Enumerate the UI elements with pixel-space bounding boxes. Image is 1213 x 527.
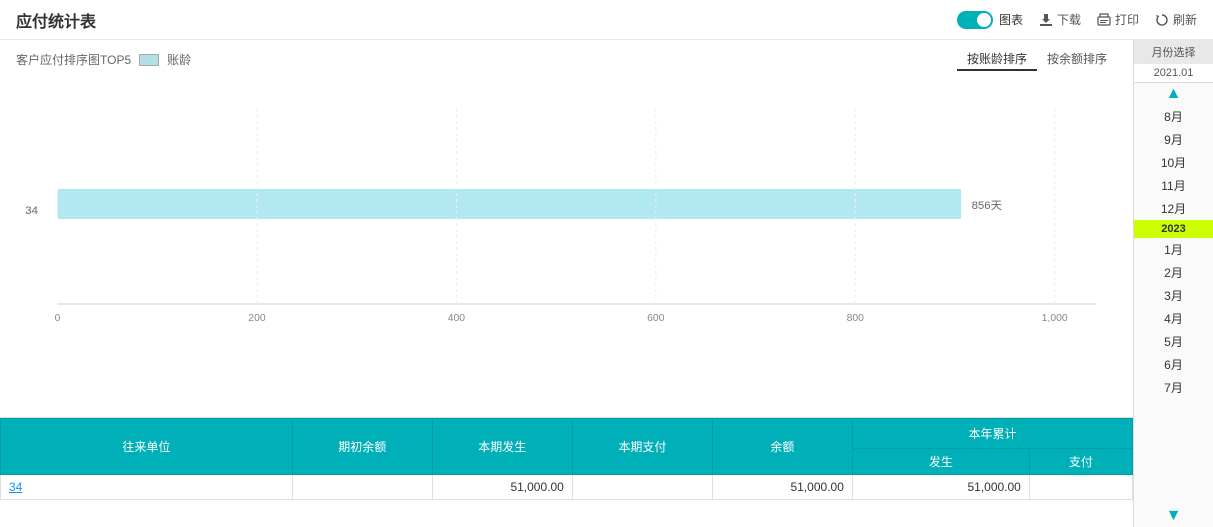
month-item[interactable]: 10月	[1134, 151, 1213, 174]
download-icon	[1039, 13, 1053, 27]
month-item[interactable]: 2月	[1134, 261, 1213, 284]
month-item[interactable]: 4月	[1134, 307, 1213, 330]
sort-tab-age[interactable]: 按账龄排序	[957, 48, 1037, 71]
header-actions: 图表 下载 打印 刷新	[957, 11, 1197, 29]
cell-laiwai[interactable]: 34	[1, 475, 293, 500]
col-benqi-zhifu: 本期支付	[572, 419, 712, 475]
col-zhifu: 支付	[1029, 449, 1132, 475]
cell-yue: 51,000.00	[712, 475, 852, 500]
month-item[interactable]: 8月	[1134, 105, 1213, 128]
bar-chart: 34 856天 0 200 400 600 800 1,000	[16, 79, 1117, 339]
download-button[interactable]: 下载	[1039, 11, 1081, 28]
svg-text:1,000: 1,000	[1042, 313, 1068, 324]
print-icon	[1097, 13, 1111, 27]
month-item[interactable]: 6月	[1134, 353, 1213, 376]
month-item[interactable]: 1月	[1134, 238, 1213, 261]
cell-benqi-fasheng: 51,000.00	[432, 475, 572, 500]
data-table-section: 往来单位 期初余额 本期发生 本期支付 余额 本年累计 发生 支付	[0, 417, 1133, 527]
refresh-icon	[1155, 13, 1169, 27]
nav-up-button[interactable]: ▲	[1134, 83, 1213, 105]
month-sidebar: 月份选择 2021.01 ▲ 8月9月10月11月12月20231月2月3月4月…	[1133, 40, 1213, 527]
cell-fasheng: 51,000.00	[852, 475, 1029, 500]
chart-toggle-wrap[interactable]: 图表	[957, 11, 1023, 29]
nav-down-button[interactable]: ▼	[1134, 505, 1213, 527]
legend-text: 客户应付排序图TOP5	[16, 51, 131, 68]
print-button[interactable]: 打印	[1097, 11, 1139, 28]
sort-tab-balance[interactable]: 按余额排序	[1037, 48, 1117, 71]
legend-box-label: 账龄	[167, 51, 191, 68]
col-benqi-fasheng: 本期发生	[432, 419, 572, 475]
chart-label: 图表	[999, 11, 1023, 28]
data-table: 往来单位 期初余额 本期发生 本期支付 余额 本年累计 发生 支付	[0, 418, 1133, 500]
refresh-button[interactable]: 刷新	[1155, 11, 1197, 28]
month-item[interactable]: 3月	[1134, 284, 1213, 307]
col-yue: 余额	[712, 419, 852, 475]
legend-box	[139, 54, 159, 66]
col-qichu: 期初余额	[292, 419, 432, 475]
col-laiwai: 往来单位	[1, 419, 293, 475]
page-title: 应付统计表	[16, 8, 96, 32]
month-item[interactable]: 11月	[1134, 174, 1213, 197]
table-row: 34 51,000.00 51,000.00 51,000.00	[1, 475, 1133, 500]
cell-benqi-zhifu	[572, 475, 712, 500]
chart-toggle[interactable]	[957, 11, 993, 29]
sidebar-header: 月份选择	[1134, 40, 1213, 64]
month-item[interactable]: 2023	[1134, 220, 1213, 238]
svg-text:34: 34	[25, 205, 38, 217]
cell-zhifu	[1029, 475, 1132, 500]
svg-text:600: 600	[647, 313, 665, 324]
month-item[interactable]: 9月	[1134, 128, 1213, 151]
month-item[interactable]: 5月	[1134, 330, 1213, 353]
sort-tabs: 按账龄排序 按余额排序	[957, 48, 1117, 71]
chart-legend: 客户应付排序图TOP5 账龄	[16, 51, 191, 68]
svg-text:0: 0	[55, 313, 61, 324]
month-list: 8月9月10月11月12月20231月2月3月4月5月6月7月	[1134, 105, 1213, 505]
chart-area: 34 856天 0 200 400 600 800 1,000	[0, 79, 1133, 417]
cell-qichu	[292, 475, 432, 500]
month-item[interactable]: 12月	[1134, 197, 1213, 220]
svg-text:200: 200	[248, 313, 266, 324]
svg-text:400: 400	[448, 313, 466, 324]
sidebar-scroll-area: ▲ 8月9月10月11月12月20231月2月3月4月5月6月7月 ▼	[1134, 83, 1213, 527]
col-fasheng: 发生	[852, 449, 1029, 475]
month-item[interactable]: 7月	[1134, 376, 1213, 399]
svg-text:800: 800	[847, 313, 865, 324]
col-bennianjilei: 本年累计	[852, 419, 1132, 449]
sidebar-selected: 2021.01	[1134, 64, 1213, 83]
svg-text:856天: 856天	[972, 200, 1002, 212]
